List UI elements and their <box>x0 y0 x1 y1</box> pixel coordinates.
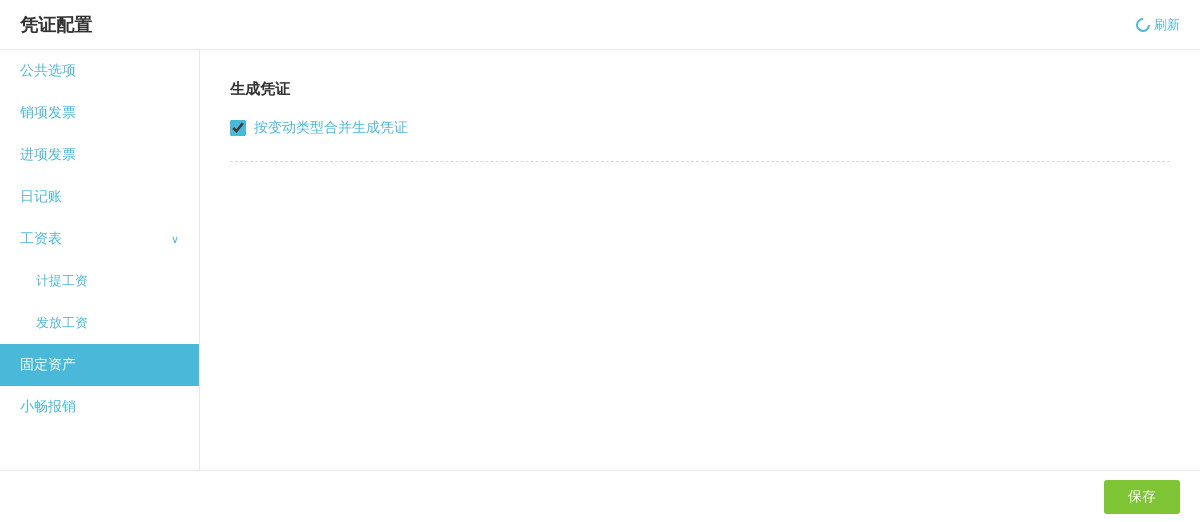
page-header: 凭证配置 刷新 <box>0 0 1200 50</box>
sidebar-item-purchase-invoice[interactable]: 进项发票 <box>0 134 199 176</box>
sidebar-item-label: 日记账 <box>20 188 62 206</box>
sidebar-item-journal[interactable]: 日记账 <box>0 176 199 218</box>
refresh-icon <box>1133 15 1153 35</box>
main-content: 生成凭证 按变动类型合并生成凭证 <box>200 50 1200 470</box>
section-divider <box>230 161 1170 162</box>
sidebar-item-public-options[interactable]: 公共选项 <box>0 50 199 92</box>
sidebar-item-payroll-table[interactable]: 工资表 ∨ <box>0 218 199 260</box>
refresh-button[interactable]: 刷新 <box>1136 16 1180 34</box>
sidebar-item-payroll-accrual[interactable]: 计提工资 <box>0 260 199 302</box>
merge-checkbox[interactable] <box>230 120 246 136</box>
sidebar: 公共选项销项发票进项发票日记账工资表 ∨ 计提工资发放工资固定资产小畅报销 <box>0 50 200 470</box>
save-button[interactable]: 保存 <box>1104 480 1180 514</box>
merge-checkbox-label[interactable]: 按变动类型合并生成凭证 <box>254 119 408 137</box>
page-footer: 保存 <box>0 470 1200 522</box>
sidebar-item-sales-invoice[interactable]: 销项发票 <box>0 92 199 134</box>
chevron-down-icon: ∨ <box>171 233 179 246</box>
sidebar-item-fixed-assets[interactable]: 固定资产 <box>0 344 199 386</box>
sidebar-item-payroll-distribution[interactable]: 发放工资 <box>0 302 199 344</box>
sidebar-item-label: 销项发票 <box>20 104 76 122</box>
section-title: 生成凭证 <box>230 80 1170 99</box>
checkbox-row: 按变动类型合并生成凭证 <box>230 119 1170 137</box>
sidebar-item-expense-reimbursement[interactable]: 小畅报销 <box>0 386 199 428</box>
sidebar-item-label: 工资表 <box>20 230 62 248</box>
sidebar-item-label: 进项发票 <box>20 146 76 164</box>
page-title: 凭证配置 <box>20 13 92 37</box>
sidebar-item-label: 公共选项 <box>20 62 76 80</box>
page-body: 公共选项销项发票进项发票日记账工资表 ∨ 计提工资发放工资固定资产小畅报销 生成凭证… <box>0 50 1200 470</box>
refresh-label: 刷新 <box>1154 16 1180 34</box>
sidebar-item-label: 发放工资 <box>36 314 88 332</box>
sidebar-item-label: 小畅报销 <box>20 398 76 416</box>
sidebar-item-label: 固定资产 <box>20 356 76 374</box>
sidebar-item-label: 计提工资 <box>36 272 88 290</box>
page-wrapper: 凭证配置 刷新 公共选项销项发票进项发票日记账工资表 ∨ 计提工资发放工资固定资产小… <box>0 0 1200 522</box>
